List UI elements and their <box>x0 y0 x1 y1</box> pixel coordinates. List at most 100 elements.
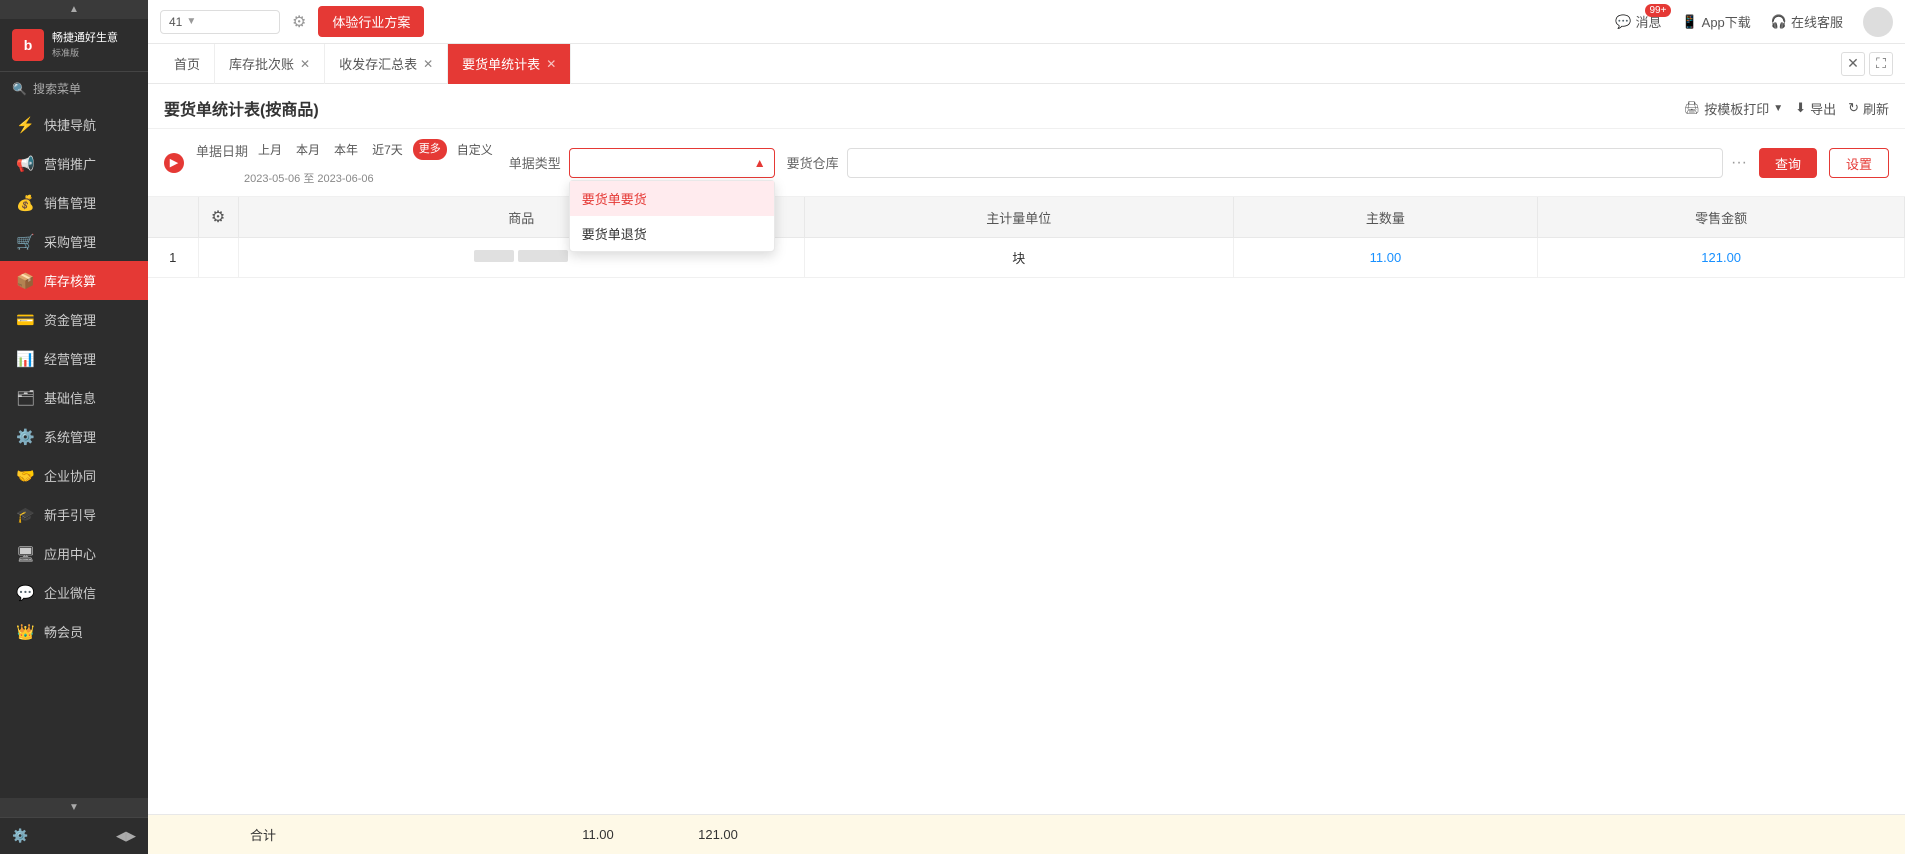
online-service-btn[interactable]: 🎧 在线客服 <box>1771 12 1843 31</box>
sidebar-scroll-up[interactable]: ▲ <box>0 0 148 19</box>
last-7days-btn[interactable]: 近7天 <box>368 139 407 160</box>
cell-unit: 块 <box>805 238 1234 278</box>
print-btn[interactable]: 🖨 按模板打印 ▼ <box>1684 99 1783 118</box>
finance-icon: 💳 <box>16 311 34 329</box>
sidebar-item-label: 畅会员 <box>44 622 83 641</box>
cell-gear <box>198 238 238 278</box>
maximize-btn[interactable]: ⛶ <box>1869 52 1893 76</box>
table-container: ⚙ 商品 主计量单位 主数量 零售金额 1 <box>148 197 1905 814</box>
warehouse-more-icon[interactable]: ··· <box>1731 154 1747 172</box>
sidebar-item-label: 销售管理 <box>44 193 96 212</box>
search-icon: 🔍 <box>12 82 27 96</box>
print-icon: 🖨 <box>1684 100 1701 116</box>
main-content: 41 ▼ ⚙ 体验行业方案 💬 消息 99+ 📱 App下载 🎧 在线客服 首页 <box>148 0 1905 854</box>
date-range-display: 2023-05-06 至 2023-06-06 <box>244 170 374 186</box>
doc-type-option-yh[interactable]: 要货单要货 <box>570 181 774 216</box>
tab-requisition-stats[interactable]: 要货单统计表 ✕ <box>448 44 571 84</box>
tab-receive-summary[interactable]: 收发存汇总表 ✕ <box>325 44 448 84</box>
col-unit: 主计量单位 <box>805 197 1234 238</box>
messages-btn[interactable]: 💬 消息 99+ <box>1615 12 1661 31</box>
sales-icon: 💰 <box>16 194 34 212</box>
service-icon: 🎧 <box>1771 14 1787 30</box>
sidebar-item-quick-nav[interactable]: ⚡ 快捷导航 <box>0 105 148 144</box>
tab-home[interactable]: 首页 <box>160 44 215 84</box>
member-icon: 👑 <box>16 623 34 641</box>
sidebar-item-basic[interactable]: 🗂 基础信息 <box>0 378 148 417</box>
col-gear[interactable]: ⚙ <box>198 197 238 238</box>
tab-inventory-batch-close[interactable]: ✕ <box>300 57 310 71</box>
date-filter-label: 单据日期 <box>196 141 248 160</box>
logo-title: 畅捷通好生意 <box>52 31 118 46</box>
this-month-btn[interactable]: 本月 <box>292 139 324 160</box>
sidebar-item-enterprise[interactable]: 🤝 企业协同 <box>0 456 148 495</box>
app-download-btn[interactable]: 📱 App下载 <box>1681 12 1750 31</box>
sidebar-item-label: 库存核算 <box>44 271 96 290</box>
table-row: 1 块 11.00 121.00 <box>148 238 1905 278</box>
tab-inventory-batch[interactable]: 库存批次账 ✕ <box>215 44 325 84</box>
sidebar-item-finance[interactable]: 💳 资金管理 <box>0 300 148 339</box>
doc-type-option-th-label: 要货单退货 <box>582 227 647 242</box>
this-year-btn[interactable]: 本年 <box>330 139 362 160</box>
user-avatar[interactable] <box>1863 7 1893 37</box>
sidebar-item-label: 经营管理 <box>44 349 96 368</box>
sidebar-item-sales[interactable]: 💰 销售管理 <box>0 183 148 222</box>
tab-requisition-stats-close[interactable]: ✕ <box>546 57 556 71</box>
doc-type-chevron-icon[interactable]: ▲ <box>754 156 766 170</box>
basic-icon: 🗂 <box>16 389 34 407</box>
doc-type-input[interactable] <box>578 155 754 170</box>
trial-button[interactable]: 体验行业方案 <box>318 6 424 37</box>
sidebar-item-label: 企业微信 <box>44 583 96 602</box>
filter-expand-btn[interactable]: ▶ <box>164 153 184 173</box>
sidebar-scroll-down[interactable]: ▼ <box>0 798 148 817</box>
branch-selector[interactable]: 41 ▼ <box>160 10 280 34</box>
last-month-btn[interactable]: 上月 <box>254 139 286 160</box>
doc-type-label: 单据类型 <box>509 153 561 172</box>
sidebar-item-newbie[interactable]: 🎓 新手引导 <box>0 495 148 534</box>
query-button[interactable]: 查询 <box>1759 148 1817 178</box>
settings-icon[interactable]: ⚙️ <box>12 828 28 844</box>
doc-type-dropdown[interactable]: ▲ <box>569 148 775 178</box>
sidebar-item-wechat[interactable]: 💬 企业微信 <box>0 573 148 612</box>
sidebar-item-label: 资金管理 <box>44 310 96 329</box>
doc-type-filter-group: 单据类型 ▲ 要货单要货 要货单退货 <box>509 148 775 178</box>
marketing-icon: 📢 <box>16 155 34 173</box>
sidebar-item-inventory[interactable]: 📦 库存核算 <box>0 261 148 300</box>
refresh-btn[interactable]: ↻ 刷新 <box>1848 99 1889 118</box>
sidebar-item-member[interactable]: 👑 畅会员 <box>0 612 148 651</box>
filter-bar: ▶ 单据日期 上月 本月 本年 近7天 更多 自定义 2023-05-06 至 … <box>148 129 1905 197</box>
search-menu[interactable]: 🔍 搜索菜单 <box>0 72 148 105</box>
quantity-link[interactable]: 11.00 <box>1370 250 1402 265</box>
sidebar-item-marketing[interactable]: 📢 营销推广 <box>0 144 148 183</box>
close-all-tabs-btn[interactable]: ✕ <box>1841 52 1865 76</box>
sidebar-item-system[interactable]: ⚙️ 系统管理 <box>0 417 148 456</box>
sidebar-item-operation[interactable]: 📊 经营管理 <box>0 339 148 378</box>
tab-inventory-batch-label: 库存批次账 <box>229 54 294 73</box>
tab-receive-summary-close[interactable]: ✕ <box>423 57 433 71</box>
custom-btn[interactable]: 自定义 <box>453 139 497 160</box>
system-icon: ⚙️ <box>16 428 34 446</box>
warehouse-input[interactable] <box>847 148 1723 178</box>
doc-type-dropdown-wrapper: ▲ 要货单要货 要货单退货 <box>569 148 775 178</box>
sidebar-bottom: ⚙️ ◀▶ <box>0 817 148 854</box>
sidebar-item-label: 新手引导 <box>44 505 96 524</box>
tab-requisition-stats-label: 要货单统计表 <box>462 54 540 73</box>
amount-link[interactable]: 121.00 <box>1701 250 1741 265</box>
sidebar-collapse-btn[interactable]: ◀▶ <box>116 828 136 844</box>
enterprise-icon: 🤝 <box>16 467 34 485</box>
doc-type-option-th[interactable]: 要货单退货 <box>570 216 774 251</box>
more-btn[interactable]: 更多 <box>413 139 447 160</box>
topbar-gear-icon[interactable]: ⚙ <box>292 12 306 32</box>
sidebar-item-label: 企业协同 <box>44 466 96 485</box>
settings-button[interactable]: 设置 <box>1829 148 1889 178</box>
page-content: 要货单统计表(按商品) 🖨 按模板打印 ▼ ⬇ 导出 ↻ 刷新 ▶ <box>148 84 1905 854</box>
export-icon: ⬇ <box>1795 100 1806 116</box>
sidebar-item-purchase[interactable]: 🛒 采购管理 <box>0 222 148 261</box>
sidebar-item-app[interactable]: 🖥 应用中心 <box>0 534 148 573</box>
sidebar-item-label: 基础信息 <box>44 388 96 407</box>
col-index <box>148 197 198 238</box>
app-download-label: App下载 <box>1702 12 1751 31</box>
topbar: 41 ▼ ⚙ 体验行业方案 💬 消息 99+ 📱 App下载 🎧 在线客服 <box>148 0 1905 44</box>
date-filter-group: 单据日期 上月 本月 本年 近7天 更多 自定义 2023-05-06 至 20… <box>196 139 497 186</box>
export-btn[interactable]: ⬇ 导出 <box>1795 99 1836 118</box>
tab-home-label: 首页 <box>174 54 200 73</box>
